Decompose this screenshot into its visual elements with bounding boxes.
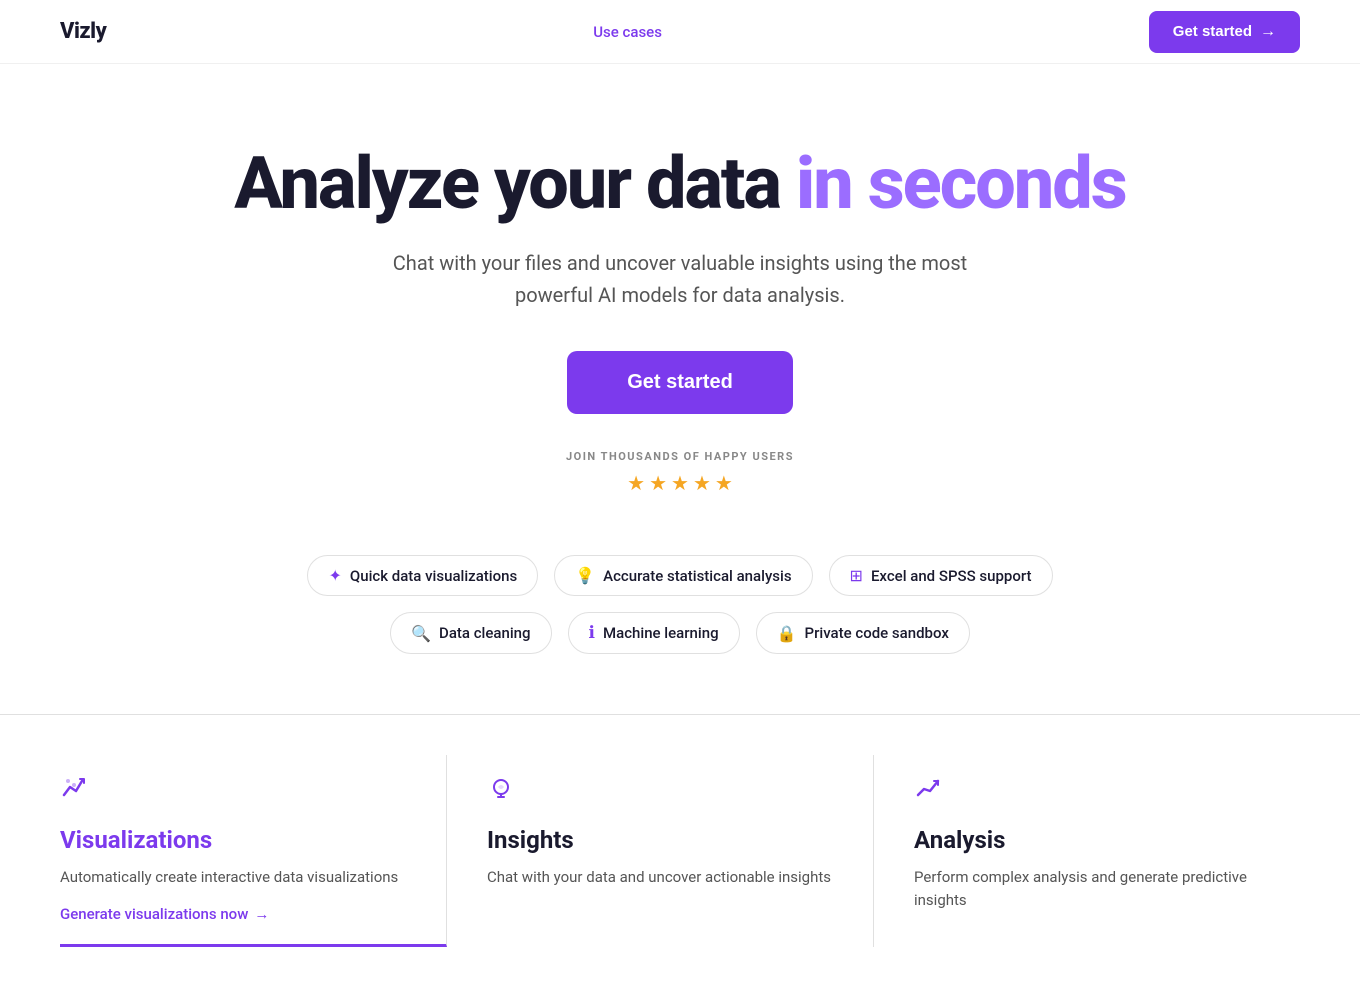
search-icon: 🔍 [411,624,431,643]
lock-icon: 🔒 [777,624,797,643]
grid-icon: ⊞ [850,566,863,585]
hero-title: Analyze your data in seconds [60,144,1300,223]
star-2: ★ [649,471,667,495]
nav-links: Use cases [593,23,662,41]
visualizations-desc: Automatically create interactive data vi… [60,866,406,889]
chip-machine-learning-label: Machine learning [603,624,719,642]
chip-code-sandbox-label: Private code sandbox [805,624,949,642]
social-proof: JOIN THOUSANDS OF HAPPY USERS ★ ★ ★ ★ ★ [60,450,1300,495]
hero-subtitle: Chat with your files and uncover valuabl… [360,247,1000,311]
visualizations-title: Visualizations [60,826,406,854]
nav-cta-arrow-icon: → [1260,23,1276,41]
chip-stat-analysis-label: Accurate statistical analysis [603,567,791,585]
logo: Vizly [60,19,106,44]
sparkle-icon: ✦ [328,566,341,585]
visualizations-link[interactable]: Generate visualizations now → [60,905,406,923]
hero-get-started-button[interactable]: Get started [567,351,793,414]
star-3: ★ [671,471,689,495]
nav-get-started-button[interactable]: Get started → [1149,11,1300,53]
social-proof-label: JOIN THOUSANDS OF HAPPY USERS [566,450,794,463]
hero-title-accent: in seconds [796,141,1126,226]
star-1: ★ [627,471,645,495]
analysis-title: Analysis [914,826,1260,854]
feature-analysis: Analysis Perform complex analysis and ge… [874,755,1300,947]
navbar: Vizly Use cases Get started → [0,0,1360,64]
visualizations-link-arrow: → [254,905,269,923]
star-4: ★ [693,471,711,495]
info-icon: ℹ [589,623,595,643]
star-rating: ★ ★ ★ ★ ★ [627,471,733,495]
chip-data-cleaning: 🔍 Data cleaning [390,612,551,654]
insights-title: Insights [487,826,833,854]
chips-row-2: 🔍 Data cleaning ℹ Machine learning 🔒 Pri… [390,612,970,654]
chip-quick-viz: ✦ Quick data visualizations [307,555,538,596]
visualizations-icon [60,775,406,810]
insights-desc: Chat with your data and uncover actionab… [487,866,833,889]
features-section: Visualizations Automatically create inte… [0,714,1360,987]
hero-section: Analyze your data in seconds Chat with y… [0,64,1360,535]
analysis-desc: Perform complex analysis and generate pr… [914,866,1260,911]
chip-excel-spss: ⊞ Excel and SPSS support [829,555,1053,596]
nav-link-use-cases[interactable]: Use cases [593,23,662,41]
chip-stat-analysis: 💡 Accurate statistical analysis [554,555,812,596]
insights-icon [487,775,833,810]
bulb-icon: 💡 [575,566,595,585]
star-5: ★ [715,471,733,495]
chip-quick-viz-label: Quick data visualizations [350,567,517,585]
chip-excel-spss-label: Excel and SPSS support [871,567,1032,585]
analysis-icon [914,775,1260,810]
chip-machine-learning: ℹ Machine learning [568,612,740,654]
chip-data-cleaning-label: Data cleaning [439,624,531,642]
chips-row-1: ✦ Quick data visualizations 💡 Accurate s… [307,555,1052,596]
chip-code-sandbox: 🔒 Private code sandbox [756,612,970,654]
feature-chips: ✦ Quick data visualizations 💡 Accurate s… [0,535,1360,694]
feature-insights: Insights Chat with your data and uncover… [447,755,874,947]
feature-visualizations: Visualizations Automatically create inte… [60,755,447,947]
